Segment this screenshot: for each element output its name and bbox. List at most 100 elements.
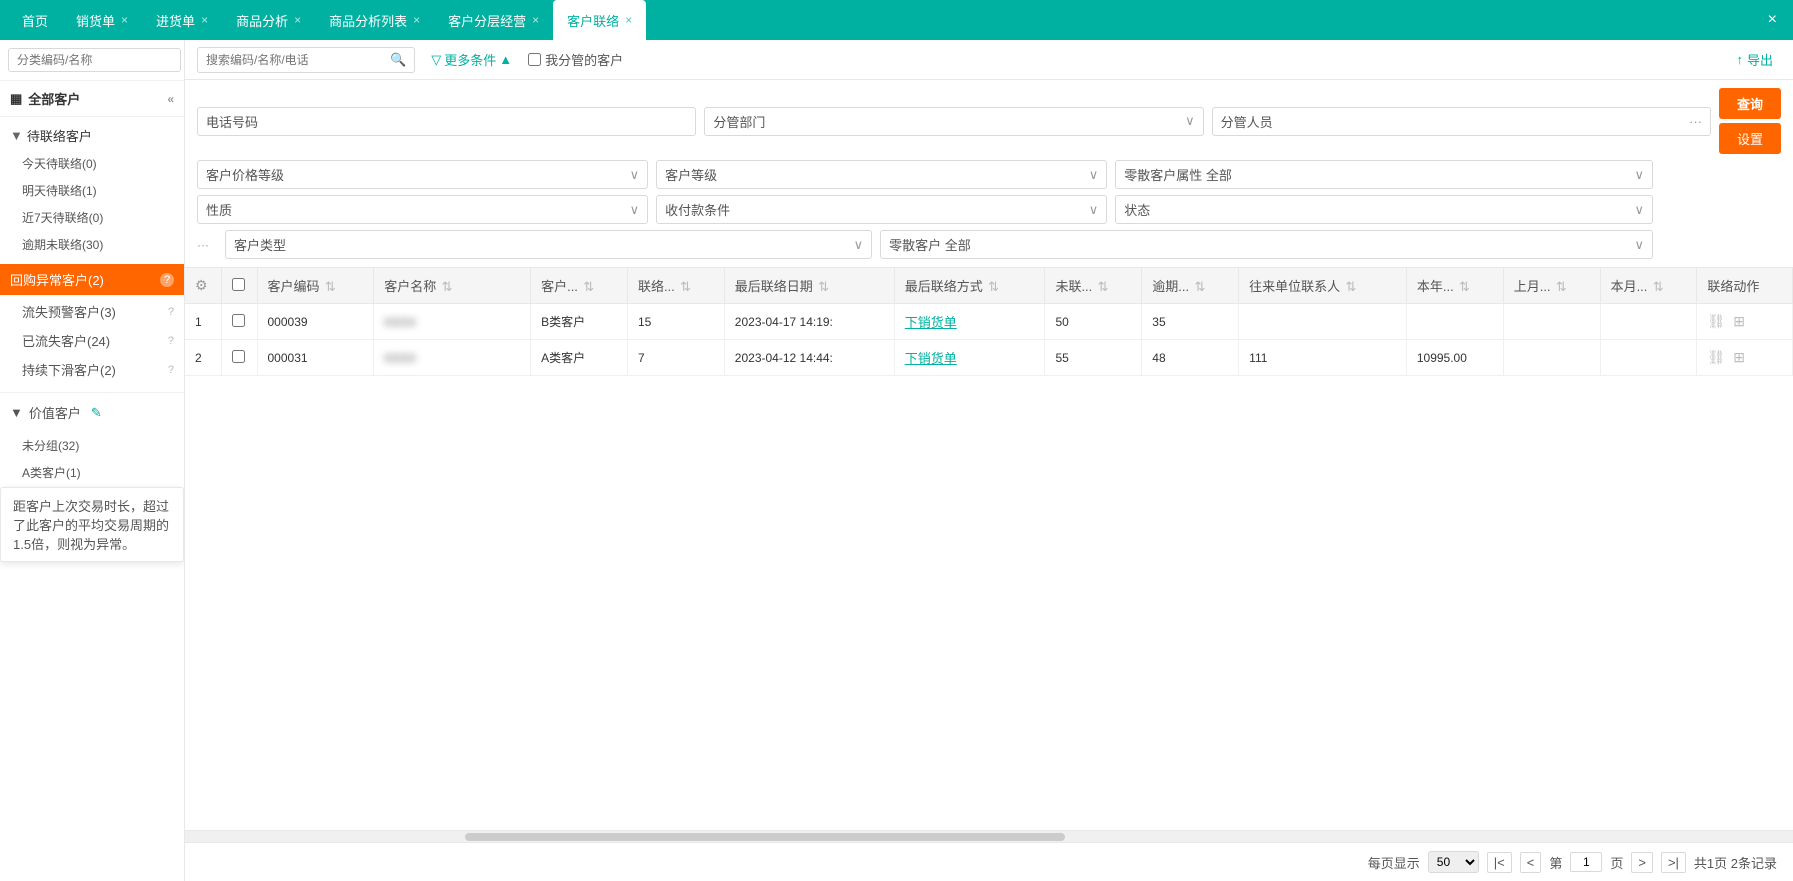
th-type[interactable]: 客户... ⇅ <box>531 268 628 304</box>
nav-tab-analysis-close[interactable]: × <box>294 13 301 27</box>
sidebar-item-unclassified[interactable]: 未分组(32) <box>0 432 184 459</box>
search-icon[interactable]: 🔍 <box>390 52 406 68</box>
nav-tab-analysis[interactable]: 商品分析 × <box>222 0 315 40</box>
filter-department[interactable]: 分管部门 ∨ <box>704 107 1203 136</box>
last-page-button[interactable]: >| <box>1661 852 1686 873</box>
page-number-input[interactable] <box>1570 852 1602 872</box>
filter-retail-attr[interactable]: 零散客户属性 全部 ∨ <box>1115 160 1653 189</box>
td-overdue-1: 35 <box>1142 304 1239 340</box>
filter-more-button[interactable]: ··· <box>197 238 209 252</box>
row-actions-1: ⛓ ⊞ <box>1707 313 1782 330</box>
query-button[interactable]: 查询 <box>1719 88 1781 119</box>
td-type-2: A类客户 <box>531 340 628 376</box>
close-all-button[interactable]: × <box>1760 11 1785 29</box>
filter-row-2: 客户价格等级 ∨ 客户等级 ∨ 零散客户属性 全部 ∨ <box>197 160 1781 189</box>
filter-customer-level-label: 客户等级 <box>665 165 717 184</box>
nav-tab-sales[interactable]: 销货单 × <box>62 0 142 40</box>
prev-page-button[interactable]: < <box>1520 852 1542 873</box>
action-link-icon-2[interactable]: ⛓ <box>1707 349 1725 366</box>
edit-icon[interactable]: ✎ <box>91 405 102 421</box>
next-page-button[interactable]: > <box>1631 852 1653 873</box>
scrollbar-thumb[interactable] <box>465 833 1065 841</box>
info-icon-churn-warning: ? <box>168 306 174 318</box>
sidebar-item-declining[interactable]: 持续下滑客户(2) ? <box>0 355 184 384</box>
export-button[interactable]: ↑ 导出 <box>1728 46 1781 73</box>
filter-icon: ▽ <box>431 52 441 68</box>
filter-retail-attr-arrow: ∨ <box>1634 167 1644 183</box>
sidebar-collapse-button[interactable]: « <box>167 92 174 106</box>
filter-phone[interactable]: 电话号码 <box>197 107 696 136</box>
select-all-checkbox[interactable] <box>232 278 245 291</box>
th-last-contact-date-label: 最后联络日期 <box>735 279 813 294</box>
settings-button[interactable]: 设置 <box>1719 123 1781 154</box>
th-action-label: 联络动作 <box>1707 279 1759 294</box>
row2-checkbox[interactable] <box>232 350 245 363</box>
th-overdue[interactable]: 逾期... ⇅ <box>1142 268 1239 304</box>
sidebar-item-7days[interactable]: 近7天待联络(0) <box>0 204 184 231</box>
sidebar-item-today[interactable]: 今天待联络(0) <box>0 150 184 177</box>
th-last-contact-date[interactable]: 最后联络日期 ⇅ <box>724 268 894 304</box>
td-last-month-1 <box>1503 304 1600 340</box>
sidebar-item-overdue[interactable]: 逾期未联络(30) <box>0 231 184 258</box>
sidebar-item-repurchase-anomaly[interactable]: 回购异常客户(2) ? <box>0 264 184 295</box>
td-last-method-1: 下销货单 <box>894 304 1045 340</box>
sidebar-item-a-class[interactable]: A类客户(1) <box>0 459 184 486</box>
more-conditions-button[interactable]: ▽ 更多条件 ▲ <box>423 46 520 73</box>
td-code-2: 000031 <box>257 340 374 376</box>
filter-status[interactable]: 状态 ∨ <box>1115 195 1653 224</box>
th-uncontacted[interactable]: 未联... ⇅ <box>1045 268 1142 304</box>
nav-tab-analysis-list-close[interactable]: × <box>413 13 420 27</box>
filter-customer-level[interactable]: 客户等级 ∨ <box>656 160 1107 189</box>
filter-retail-customer[interactable]: 零散客户 全部 ∨ <box>880 230 1653 259</box>
nav-tab-purchase-close[interactable]: × <box>201 13 208 27</box>
nav-tab-customer-contact[interactable]: 客户联络 × <box>553 0 646 40</box>
sidebar-item-tomorrow[interactable]: 明天待联络(1) <box>0 177 184 204</box>
action-grid-icon-2[interactable]: ⊞ <box>1733 349 1745 366</box>
th-name[interactable]: 客户名称 ⇅ <box>374 268 531 304</box>
nav-tab-analysis-list[interactable]: 商品分析列表 × <box>315 0 434 40</box>
search-input[interactable] <box>206 53 386 67</box>
filter-price-level[interactable]: 客户价格等级 ∨ <box>197 160 648 189</box>
nav-tab-sales-close[interactable]: × <box>121 13 128 27</box>
th-this-month[interactable]: 本月... ⇅ <box>1600 268 1697 304</box>
td-checkbox-1 <box>221 304 257 340</box>
first-page-button[interactable]: |< <box>1487 852 1512 873</box>
filter-nature[interactable]: 性质 ∨ <box>197 195 648 224</box>
th-contact-person[interactable]: 往来单位联系人 ⇅ <box>1239 268 1407 304</box>
td-type-1: B类客户 <box>531 304 628 340</box>
my-customers-checkbox[interactable] <box>528 53 541 66</box>
td-overdue-2: 48 <box>1142 340 1239 376</box>
th-last-month[interactable]: 上月... ⇅ <box>1503 268 1600 304</box>
row1-checkbox[interactable] <box>232 314 245 327</box>
sidebar-item-churned[interactable]: 已流失客户(24) ? <box>0 326 184 355</box>
filter-retail-customer-arrow: ∨ <box>1634 237 1644 253</box>
sidebar-search-input[interactable] <box>8 48 181 72</box>
action-link-icon-1[interactable]: ⛓ <box>1707 313 1725 330</box>
filter-department-label: 分管部门 <box>713 112 765 131</box>
per-page-select[interactable]: 50 20 100 <box>1428 851 1479 873</box>
th-contacts[interactable]: 联络... ⇅ <box>627 268 724 304</box>
sidebar-item-churn-warning[interactable]: 流失预警客户(3) ? <box>0 297 184 326</box>
th-gear[interactable]: ⚙ <box>185 268 221 304</box>
sort-icon-uncontacted: ⇅ <box>1098 279 1109 294</box>
nav-tab-home[interactable]: 首页 <box>8 0 62 40</box>
nav-tab-purchase[interactable]: 进货单 × <box>142 0 222 40</box>
nav-tab-customer-mgmt-close[interactable]: × <box>532 13 539 27</box>
sidebar-group-pending-title[interactable]: ▼ 待联络客户 <box>0 121 184 150</box>
horizontal-scrollbar[interactable] <box>185 830 1793 842</box>
action-grid-icon-1[interactable]: ⊞ <box>1733 313 1745 330</box>
sidebar-value-group-header[interactable]: ▼ 价值客户 ✎ <box>10 399 174 426</box>
last-method-link-2[interactable]: 下销货单 <box>905 351 957 366</box>
sort-icon-code: ⇅ <box>325 279 336 294</box>
filter-manager-dots[interactable]: ··· <box>1689 114 1702 129</box>
nav-tab-customer-contact-close[interactable]: × <box>625 13 632 27</box>
filter-customer-type[interactable]: 客户类型 ∨ <box>225 230 872 259</box>
nav-tab-customer-mgmt[interactable]: 客户分层经营 × <box>434 0 553 40</box>
gear-icon[interactable]: ⚙ <box>195 277 208 293</box>
last-method-link-1[interactable]: 下销货单 <box>905 315 957 330</box>
filter-manager[interactable]: 分管人员 ··· <box>1212 107 1711 136</box>
th-code[interactable]: 客户编码 ⇅ <box>257 268 374 304</box>
th-this-year[interactable]: 本年... ⇅ <box>1406 268 1503 304</box>
filter-payment[interactable]: 收付款条件 ∨ <box>656 195 1107 224</box>
th-last-contact-method[interactable]: 最后联络方式 ⇅ <box>894 268 1045 304</box>
